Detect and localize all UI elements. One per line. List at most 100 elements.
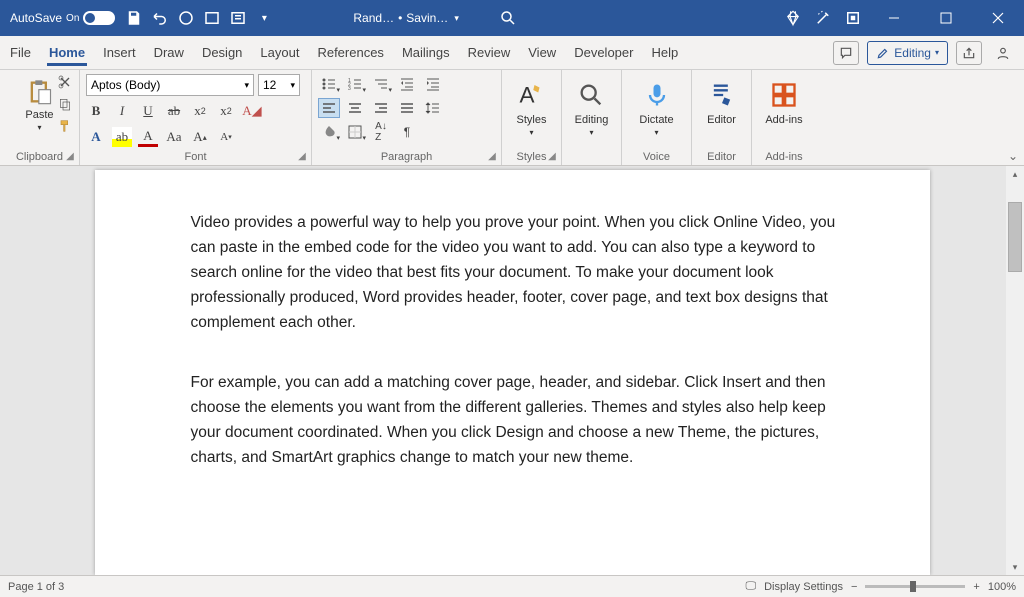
- copy-icon[interactable]: [57, 96, 73, 112]
- scroll-thumb[interactable]: [1008, 202, 1022, 272]
- bold-button[interactable]: B: [86, 101, 106, 121]
- vertical-scrollbar[interactable]: ▴ ▾: [1006, 166, 1024, 575]
- qat-icon-1[interactable]: [203, 9, 221, 27]
- wand-icon[interactable]: [814, 9, 832, 27]
- toggle-switch[interactable]: [83, 11, 115, 25]
- clipboard-group: Paste ▾ Clipboard ◢: [0, 70, 80, 165]
- tab-references[interactable]: References: [315, 39, 385, 66]
- account-icon[interactable]: [990, 41, 1016, 65]
- doc-name: Rand…: [353, 11, 394, 25]
- svg-text:3: 3: [348, 86, 351, 92]
- superscript-button[interactable]: x2: [216, 101, 236, 121]
- font-name-input[interactable]: Aptos (Body)▾: [86, 74, 254, 96]
- tab-mailings[interactable]: Mailings: [400, 39, 452, 66]
- page[interactable]: Video provides a powerful way to help yo…: [95, 170, 930, 575]
- redo-icon[interactable]: [177, 9, 195, 27]
- comments-button[interactable]: [833, 41, 859, 65]
- tab-home[interactable]: Home: [47, 39, 87, 66]
- multilevel-button[interactable]: ▾: [370, 74, 392, 94]
- line-spacing-button[interactable]: [422, 98, 444, 118]
- change-case-button[interactable]: Aa: [164, 127, 184, 147]
- cut-icon[interactable]: [57, 74, 73, 90]
- minimize-button[interactable]: [874, 4, 914, 32]
- autosave-label: AutoSave: [10, 11, 62, 25]
- sort-button[interactable]: A↓Z: [370, 122, 392, 142]
- display-settings-icon[interactable]: 🖵: [746, 580, 757, 593]
- diamond-icon[interactable]: [784, 9, 802, 27]
- increase-indent-button[interactable]: [422, 74, 444, 94]
- scroll-up-icon[interactable]: ▴: [1006, 166, 1024, 182]
- align-left-button[interactable]: [318, 98, 340, 118]
- editing-group: Editing▾ Editing: [562, 70, 622, 165]
- zoom-out-button[interactable]: −: [851, 581, 857, 593]
- text-effects-button[interactable]: A: [86, 127, 106, 147]
- editing-button[interactable]: Editing▾: [575, 74, 609, 137]
- tab-insert[interactable]: Insert: [101, 39, 138, 66]
- editor-button[interactable]: Editor: [706, 74, 738, 126]
- document-area: Video provides a powerful way to help yo…: [0, 166, 1024, 575]
- tab-help[interactable]: Help: [649, 39, 680, 66]
- clipboard-launcher[interactable]: ◢: [64, 150, 76, 162]
- justify-button[interactable]: [396, 98, 418, 118]
- document-title[interactable]: Rand… • Savin… ▾: [353, 11, 458, 25]
- tab-design[interactable]: Design: [200, 39, 244, 66]
- tab-developer[interactable]: Developer: [572, 39, 635, 66]
- collapse-ribbon-icon[interactable]: ⌄: [1008, 149, 1018, 163]
- qat-customize-icon[interactable]: ▾: [255, 9, 273, 27]
- zoom-in-button[interactable]: +: [973, 581, 979, 593]
- share-button[interactable]: [956, 41, 982, 65]
- align-right-button[interactable]: [370, 98, 392, 118]
- numbering-button[interactable]: 123▾: [344, 74, 366, 94]
- search-icon[interactable]: [499, 9, 517, 27]
- zoom-slider[interactable]: [865, 585, 965, 588]
- close-button[interactable]: [978, 4, 1018, 32]
- subscript-button[interactable]: x2: [190, 101, 210, 121]
- shrink-font-button[interactable]: A▾: [216, 127, 236, 147]
- font-size-input[interactable]: 12▾: [258, 74, 300, 96]
- tab-layout[interactable]: Layout: [258, 39, 301, 66]
- app-icon[interactable]: [844, 9, 862, 27]
- scroll-down-icon[interactable]: ▾: [1006, 559, 1024, 575]
- styles-launcher[interactable]: ◢: [546, 150, 558, 162]
- decrease-indent-button[interactable]: [396, 74, 418, 94]
- font-color-button[interactable]: A: [138, 127, 158, 147]
- tab-view[interactable]: View: [526, 39, 558, 66]
- editor-group: Editor Editor: [692, 70, 752, 165]
- styles-button[interactable]: A Styles▾: [516, 74, 548, 137]
- highlight-button[interactable]: ab: [112, 127, 132, 147]
- borders-button[interactable]: ▾: [344, 122, 366, 142]
- clear-format-button[interactable]: A◢: [242, 101, 262, 121]
- qat-icon-2[interactable]: [229, 9, 247, 27]
- paste-button[interactable]: Paste ▾: [20, 74, 60, 134]
- tab-draw[interactable]: Draw: [152, 39, 186, 66]
- font-launcher[interactable]: ◢: [296, 150, 308, 162]
- underline-button[interactable]: U: [138, 101, 158, 121]
- tab-review[interactable]: Review: [466, 39, 513, 66]
- editing-mode-button[interactable]: Editing ▾: [867, 41, 948, 65]
- display-settings-label[interactable]: Display Settings: [764, 581, 843, 593]
- format-painter-icon[interactable]: [57, 118, 73, 134]
- save-icon[interactable]: [125, 9, 143, 27]
- editing-btn-label: Editing: [575, 114, 609, 126]
- undo-icon[interactable]: [151, 9, 169, 27]
- page-indicator[interactable]: Page 1 of 3: [8, 581, 64, 593]
- autosave-toggle[interactable]: AutoSave On: [10, 11, 115, 25]
- paragraph-2[interactable]: For example, you can add a matching cove…: [191, 370, 840, 470]
- strike-button[interactable]: ab: [164, 101, 184, 121]
- italic-button[interactable]: I: [112, 101, 132, 121]
- svg-text:A: A: [519, 83, 534, 108]
- paragraph-launcher[interactable]: ◢: [486, 150, 498, 162]
- maximize-button[interactable]: [926, 4, 966, 32]
- addins-button[interactable]: Add-ins: [765, 74, 802, 126]
- status-bar: Page 1 of 3 🖵 Display Settings − + 100%: [0, 575, 1024, 597]
- align-center-button[interactable]: [344, 98, 366, 118]
- tab-file[interactable]: File: [8, 39, 33, 66]
- dictate-button[interactable]: Dictate▾: [639, 74, 673, 137]
- quick-access-toolbar: ▾: [125, 9, 273, 27]
- show-marks-button[interactable]: ¶: [396, 122, 418, 142]
- zoom-level[interactable]: 100%: [988, 581, 1016, 593]
- shading-button[interactable]: ▾: [318, 122, 340, 142]
- grow-font-button[interactable]: A▴: [190, 127, 210, 147]
- paragraph-1[interactable]: Video provides a powerful way to help yo…: [191, 210, 840, 336]
- bullets-button[interactable]: ▾: [318, 74, 340, 94]
